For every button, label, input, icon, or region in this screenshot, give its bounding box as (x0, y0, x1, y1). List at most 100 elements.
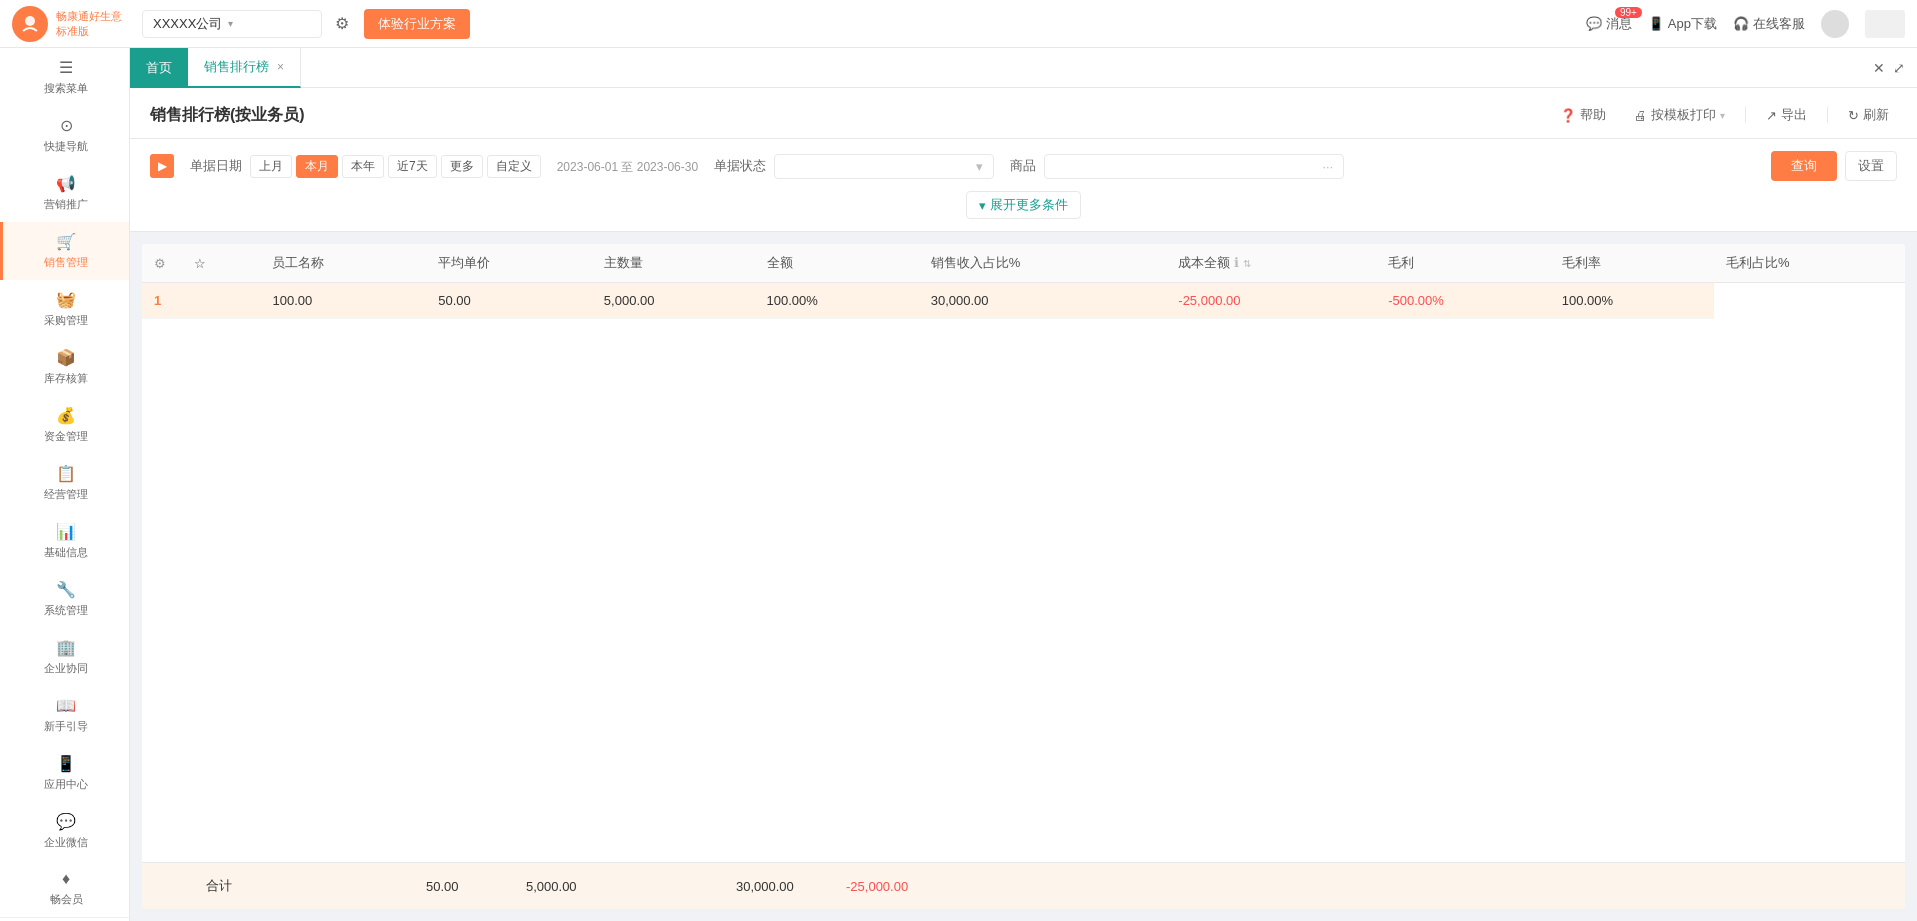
goods-filter: 商品 ··· (1010, 154, 1344, 179)
date-label: 单据日期 (190, 157, 242, 175)
date-range-text: 2023-06-01 至 2023-06-30 (557, 159, 698, 176)
sidebar-icon-enterprise: 🏢 (56, 638, 76, 657)
goods-select[interactable]: ··· (1044, 154, 1344, 179)
sidebar-icon-quick-nav: ⊙ (60, 116, 73, 135)
message-icon: 💬 (1586, 16, 1602, 31)
expand-more-button[interactable]: ▾ 展开更多条件 (966, 191, 1081, 219)
footer-avg-price (314, 882, 414, 890)
date-filter: 单据日期 上月 本月 本年 近7天 更多 自定义 (190, 155, 541, 178)
message-badge: 99+ (1615, 7, 1642, 18)
avatar[interactable] (1821, 10, 1849, 38)
chevron-down-icon2: ▾ (979, 198, 986, 213)
sidebar-item-quick-nav[interactable]: ⊙ 快捷导航 (0, 106, 129, 164)
trial-button[interactable]: 体验行业方案 (364, 9, 470, 39)
settings-icon[interactable]: ⚙ (328, 10, 356, 38)
sidebar-item-system[interactable]: 🔧 系统管理 (0, 570, 129, 628)
date-btn-7days[interactable]: 近7天 (388, 155, 437, 178)
sidebar-item-enterprise[interactable]: 🏢 企业协同 (0, 628, 129, 686)
sidebar-label-purchase: 采购管理 (44, 313, 88, 328)
tab-sales-ranking[interactable]: 销售排行榜 × (188, 48, 301, 88)
date-btn-more[interactable]: 更多 (441, 155, 483, 178)
status-select[interactable]: ▾ (774, 154, 994, 179)
tab-bar: 首页 销售排行榜 × ✕ ⤢ (130, 48, 1917, 88)
close-window-icon[interactable]: ✕ (1873, 60, 1885, 76)
sidebar-item-finance[interactable]: 💰 资金管理 (0, 396, 129, 454)
cell-rank: 1 (142, 283, 182, 319)
th-gross_pct: 毛利占比% (1714, 244, 1905, 283)
th-avg_price: 平均单价 (426, 244, 592, 283)
settings-button[interactable]: 设置 (1845, 151, 1897, 181)
date-buttons: 上月 本月 本年 近7天 更多 自定义 (250, 155, 541, 178)
download-icon: 📱 (1648, 16, 1664, 31)
app-download-button[interactable]: 📱 App下载 (1648, 15, 1717, 33)
tab-label: 销售排行榜 (204, 58, 269, 76)
footer-sales-pct (614, 882, 724, 890)
print-button[interactable]: 🖨 按模板打印 ▾ (1626, 102, 1733, 128)
help-button[interactable]: ❓ 帮助 (1552, 102, 1614, 128)
sidebar-label-search-order: 搜索菜单 (44, 81, 88, 96)
maximize-icon[interactable]: ⤢ (1893, 60, 1905, 76)
sidebar-item-basic-info[interactable]: 📊 基础信息 (0, 512, 129, 570)
message-button[interactable]: 💬 消息 99+ (1586, 15, 1632, 33)
sidebar-label-system: 系统管理 (44, 603, 88, 618)
sidebar-item-purchase[interactable]: 🧺 采购管理 (0, 280, 129, 338)
sidebar-item-app-center[interactable]: 📱 应用中心 (0, 744, 129, 802)
page-header: 销售排行榜(按业务员) ❓ 帮助 🖨 按模板打印 ▾ (130, 88, 1917, 139)
date-btn-this-month[interactable]: 本月 (296, 155, 338, 178)
export-icon: ↗ (1766, 108, 1777, 123)
footer-gross: -25,000.00 (834, 875, 944, 898)
sidebar-item-sales[interactable]: 🛒 销售管理 (0, 222, 129, 280)
online-service-button[interactable]: 🎧 在线客服 (1733, 15, 1805, 33)
sidebar-icon-guide: 📖 (56, 696, 76, 715)
export-button[interactable]: ↗ 导出 (1758, 102, 1815, 128)
date-btn-last-month[interactable]: 上月 (250, 155, 292, 178)
sidebar-icon-finance: 💰 (56, 406, 76, 425)
page-title: 销售排行榜(按业务员) (150, 105, 305, 126)
sidebar-bottom: ⚙ ◀ (0, 917, 129, 921)
settings-col-icon[interactable]: ⚙ (154, 256, 166, 271)
th-rank: ☆ (182, 244, 260, 283)
th-rank: ⚙ (142, 244, 182, 283)
sidebar-label-enterprise: 企业协同 (44, 661, 88, 676)
refresh-button[interactable]: ↻ 刷新 (1840, 102, 1897, 128)
footer-quantity: 50.00 (414, 875, 514, 898)
th-sales_pct: 销售收入占比% (919, 244, 1167, 283)
sidebar-label-sales: 销售管理 (44, 255, 88, 270)
sidebar-icon-member: ♦ (62, 870, 70, 888)
sidebar-label-member: 畅会员 (50, 892, 83, 907)
company-selector[interactable]: XXXXX公司 ▾ (142, 10, 322, 38)
date-btn-this-year[interactable]: 本年 (342, 155, 384, 178)
footer-cost: 30,000.00 (724, 875, 834, 898)
table-row[interactable]: 1100.0050.005,000.00100.00%30,000.00-25,… (142, 283, 1905, 319)
sidebar-item-operations[interactable]: 📋 经营管理 (0, 454, 129, 512)
goods-label: 商品 (1010, 157, 1036, 175)
sidebar-item-inventory[interactable]: 📦 库存核算 (0, 338, 129, 396)
tab-controls: ✕ ⤢ (1861, 60, 1917, 76)
sidebar-item-marketing[interactable]: 📢 营销推广 (0, 164, 129, 222)
info-icon[interactable]: ℹ (1234, 255, 1239, 270)
headset-icon: 🎧 (1733, 16, 1749, 31)
sort-icon[interactable]: ⇅ (1243, 258, 1251, 269)
print-chevron-icon: ▾ (1720, 110, 1725, 121)
svg-point-0 (25, 16, 35, 26)
chevron-down-icon: ▾ (228, 18, 233, 29)
date-btn-custom[interactable]: 自定义 (487, 155, 541, 178)
query-button[interactable]: 查询 (1771, 151, 1837, 181)
top-right-actions: 💬 消息 99+ 📱 App下载 🎧 在线客服 (1586, 10, 1905, 38)
footer-label: 合计 (194, 873, 314, 899)
sidebar-label-quick-nav: 快捷导航 (44, 139, 88, 154)
tab-close-icon[interactable]: × (277, 60, 284, 74)
footer-amount: 5,000.00 (514, 875, 614, 898)
user-name[interactable] (1865, 10, 1905, 38)
sidebar-icon-inventory: 📦 (56, 348, 76, 367)
filter-toggle-button[interactable]: ▶ (150, 154, 174, 178)
sidebar-item-wechat[interactable]: 💬 企业微信 (0, 802, 129, 860)
sidebar-item-search-order[interactable]: ☰ 搜索菜单 (0, 48, 129, 106)
sidebar-label-app-center: 应用中心 (44, 777, 88, 792)
sidebar-item-guide[interactable]: 📖 新手引导 (0, 686, 129, 744)
sidebar-item-member[interactable]: ♦ 畅会员 (0, 860, 129, 917)
sidebar-icon-purchase: 🧺 (56, 290, 76, 309)
tab-home[interactable]: 首页 (130, 48, 188, 88)
th-amount: 全额 (755, 244, 919, 283)
sidebar-label-basic-info: 基础信息 (44, 545, 88, 560)
